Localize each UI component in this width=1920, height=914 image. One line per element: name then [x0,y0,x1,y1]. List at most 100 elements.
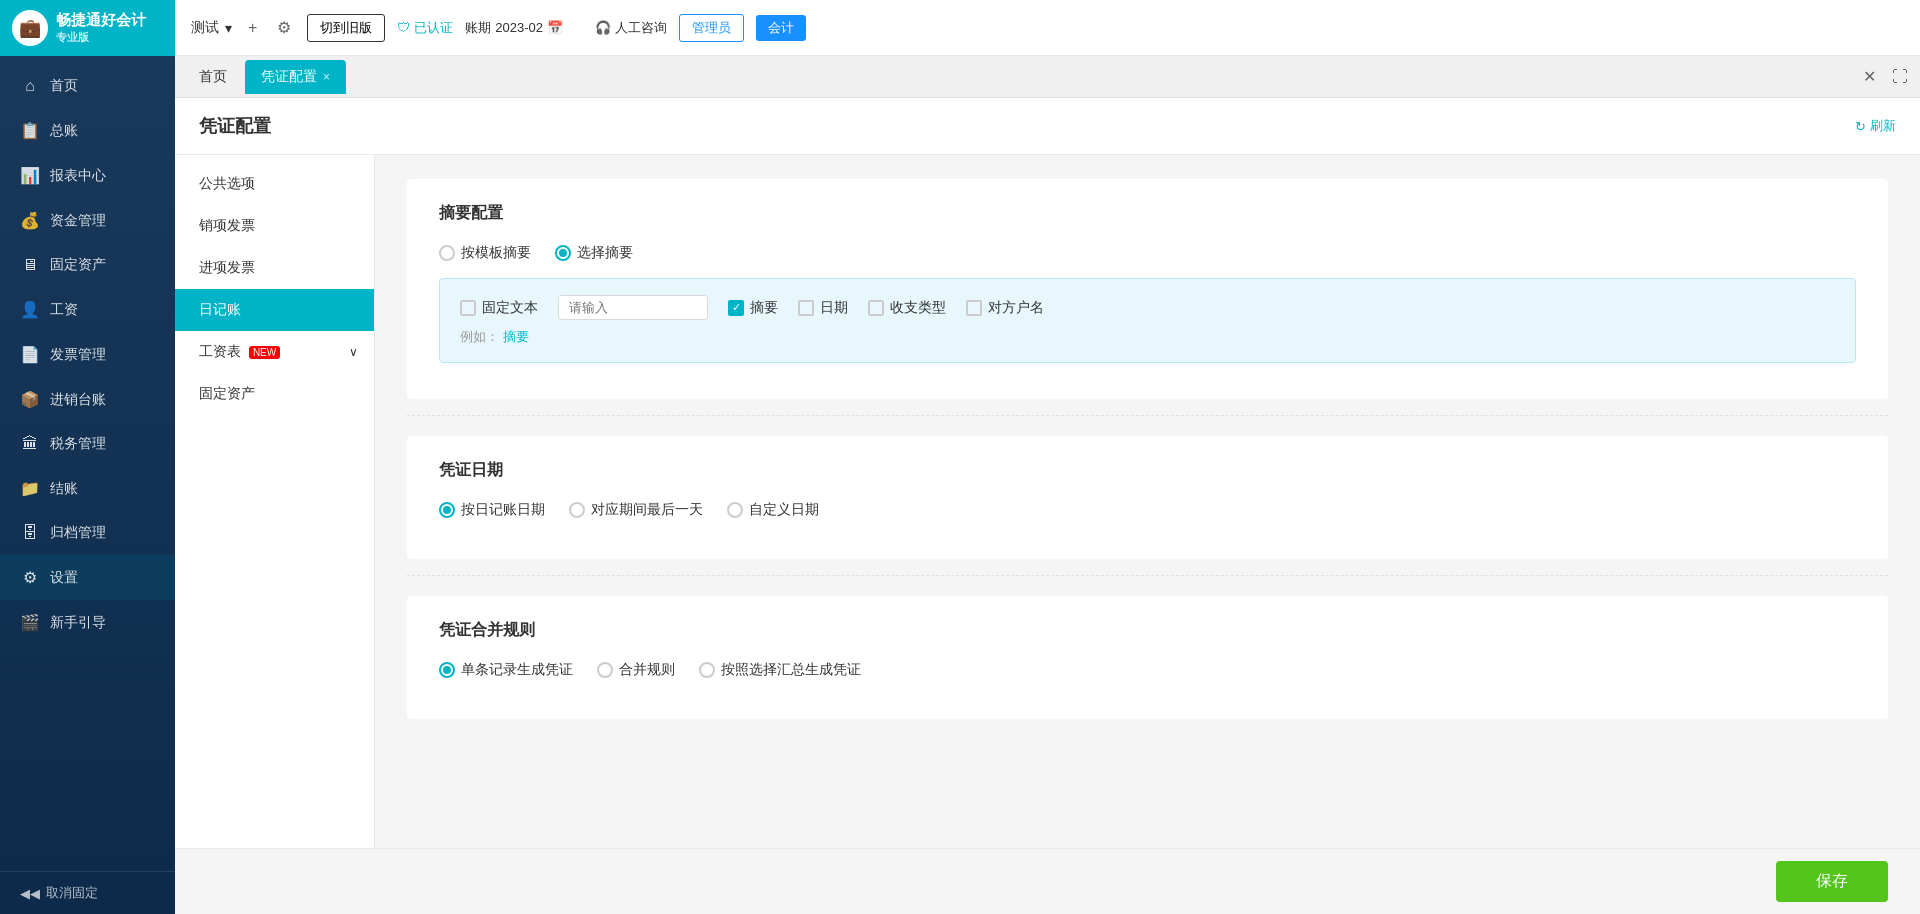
headset-icon: 🎧 [595,20,611,35]
header: 测试 ▾ + ⚙ 切到旧版 🛡 已认证 账期 2023-02 📅 🎧 人工咨询 … [175,0,1920,56]
checkbox-counterpart-box [966,300,982,316]
left-nav-payroll-table[interactable]: 工资表 NEW ∨ [175,331,374,373]
sidebar-item-home[interactable]: ⌂首页 [0,64,175,108]
switch-old-button[interactable]: 切到旧版 [307,14,385,42]
date-radio-journal[interactable]: 按日记账日期 [439,501,545,519]
checkbox-summary[interactable]: 摘要 [728,299,778,317]
left-nav-purchase-invoice[interactable]: 进项发票 [175,247,374,289]
left-nav-fixed-assets[interactable]: 固定资产 [175,373,374,415]
radio-merge-circle [597,662,613,678]
sidebar-item-tax[interactable]: 🏛税务管理 [0,422,175,466]
divider-1 [407,415,1888,416]
radio-template-label: 按模板摘要 [461,244,531,262]
radio-journal-date-circle [439,502,455,518]
radio-custom-label: 自定义日期 [749,501,819,519]
summary-radio-select[interactable]: 选择摘要 [555,244,633,262]
date-radio-period-last[interactable]: 对应期间最后一天 [569,501,703,519]
consult-button[interactable]: 🎧 人工咨询 [595,19,667,37]
left-nav-sales-invoice[interactable]: 销项发票 [175,205,374,247]
tab-home-label: 首页 [199,68,227,86]
example-label: 例如： [460,329,499,344]
admin-button[interactable]: 管理员 [679,14,744,42]
merge-radio-group: 单条记录生成凭证 合并规则 按照选择汇总生成凭证 [439,661,1856,679]
merge-rule-inner: 凭证合并规则 单条记录生成凭证 合并规则 按照选择汇总生成凭证 [407,596,1888,719]
page-title: 凭证配置 [199,114,271,138]
fullscreen-button[interactable]: ⛶ [1888,64,1912,90]
header-project: 测试 ▾ [191,19,232,37]
nav-icon-invoices: 📄 [20,345,40,364]
fixed-text-input[interactable] [558,295,708,320]
logo-text: 畅捷通好会计 专业版 [56,11,146,45]
content-header: 凭证配置 ↻ 刷新 [175,98,1920,155]
sidebar-item-funds[interactable]: 💰资金管理 [0,198,175,243]
sidebar-item-archive[interactable]: 🗄归档管理 [0,511,175,555]
sidebar-item-settings[interactable]: ⚙设置 [0,555,175,600]
save-button[interactable]: 保存 [1776,861,1888,902]
checkbox-summary-box [728,300,744,316]
checkbox-date-box [798,300,814,316]
chevron-icon: ∨ [349,345,358,359]
new-badge: NEW [249,346,280,359]
period-value: 2023-02 [495,20,543,35]
summary-radio-template[interactable]: 按模板摘要 [439,244,531,262]
merge-radio-merge[interactable]: 合并规则 [597,661,675,679]
accountant-button[interactable]: 会计 [756,15,806,41]
period-display: 账期 2023-02 📅 [465,19,563,37]
tab-actions: ✕ ⛶ [1859,63,1912,90]
refresh-label: 刷新 [1870,117,1896,135]
nav-icon-guide: 🎬 [20,613,40,632]
header-right: 🎧 人工咨询 管理员 会计 [595,14,806,42]
sidebar-item-invoices[interactable]: 📄发票管理 [0,332,175,377]
radio-select-merge-circle [699,662,715,678]
checkbox-counterpart[interactable]: 对方户名 [966,299,1044,317]
nav-label-assets: 固定资产 [50,256,106,274]
sidebar-item-sales[interactable]: 📦进销台账 [0,377,175,422]
merge-radio-single[interactable]: 单条记录生成凭证 [439,661,573,679]
nav-icon-reports: 📊 [20,166,40,185]
summary-config-inner: 摘要配置 按模板摘要 选择摘要 [407,179,1888,399]
sidebar-item-close[interactable]: 📁结账 [0,466,175,511]
sidebar-item-reports[interactable]: 📊报表中心 [0,153,175,198]
add-button[interactable]: + [244,15,261,41]
left-nav-public[interactable]: 公共选项 [175,163,374,205]
nav-icon-payroll: 👤 [20,300,40,319]
nav-icon-sales: 📦 [20,390,40,409]
summary-radio-group: 按模板摘要 选择摘要 [439,244,1856,262]
radio-single-circle [439,662,455,678]
voucher-date-section: 凭证日期 按日记账日期 对应期间最后一天 自定义日期 [407,436,1888,559]
sidebar-item-ledger[interactable]: 📋总账 [0,108,175,153]
tab-home[interactable]: 首页 [183,60,243,94]
dropdown-icon[interactable]: ▾ [225,20,232,36]
tab-voucher-config[interactable]: 凭证配置 × [245,60,346,94]
sidebar-item-payroll[interactable]: 👤工资 [0,287,175,332]
logo-icon: 💼 [12,10,48,46]
sidebar-item-guide[interactable]: 🎬新手引导 [0,600,175,645]
left-nav-journal[interactable]: 日记账 [175,289,374,331]
checkbox-date[interactable]: 日期 [798,299,848,317]
nav-label-home: 首页 [50,77,78,95]
tab-close-icon[interactable]: × [323,70,330,84]
calendar-icon[interactable]: 📅 [547,20,563,35]
left-nav: 公共选项 销项发票 进项发票 日记账 工资表 NEW ∨ 固定资产 [175,155,375,914]
sidebar: 💼 畅捷通好会计 专业版 ⌂首页📋总账📊报表中心💰资金管理🖥固定资产👤工资📄发票… [0,0,175,914]
checkbox-fixed-text[interactable]: 固定文本 [460,299,538,317]
merge-rule-title: 凭证合并规则 [439,620,1856,641]
sidebar-footer[interactable]: ◀◀ 取消固定 [0,871,175,914]
sidebar-item-assets[interactable]: 🖥固定资产 [0,243,175,287]
merge-radio-select-merge[interactable]: 按照选择汇总生成凭证 [699,661,861,679]
consult-label: 人工咨询 [615,19,667,37]
radio-select-circle [555,245,571,261]
checkbox-income-type[interactable]: 收支类型 [868,299,946,317]
checkbox-date-label: 日期 [820,299,848,317]
radio-select-merge-label: 按照选择汇总生成凭证 [721,661,861,679]
period-label: 账期 [465,19,491,37]
settings-header-button[interactable]: ⚙ [273,14,295,41]
save-bar: 保存 [175,848,1920,914]
body-area: 公共选项 销项发票 进项发票 日记账 工资表 NEW ∨ 固定资产 [175,155,1920,914]
radio-custom-circle [727,502,743,518]
close-window-button[interactable]: ✕ [1859,63,1880,90]
date-radio-custom[interactable]: 自定义日期 [727,501,819,519]
refresh-button[interactable]: ↻ 刷新 [1855,117,1896,135]
checkbox-counterpart-label: 对方户名 [988,299,1044,317]
right-content: 摘要配置 按模板摘要 选择摘要 [375,155,1920,914]
